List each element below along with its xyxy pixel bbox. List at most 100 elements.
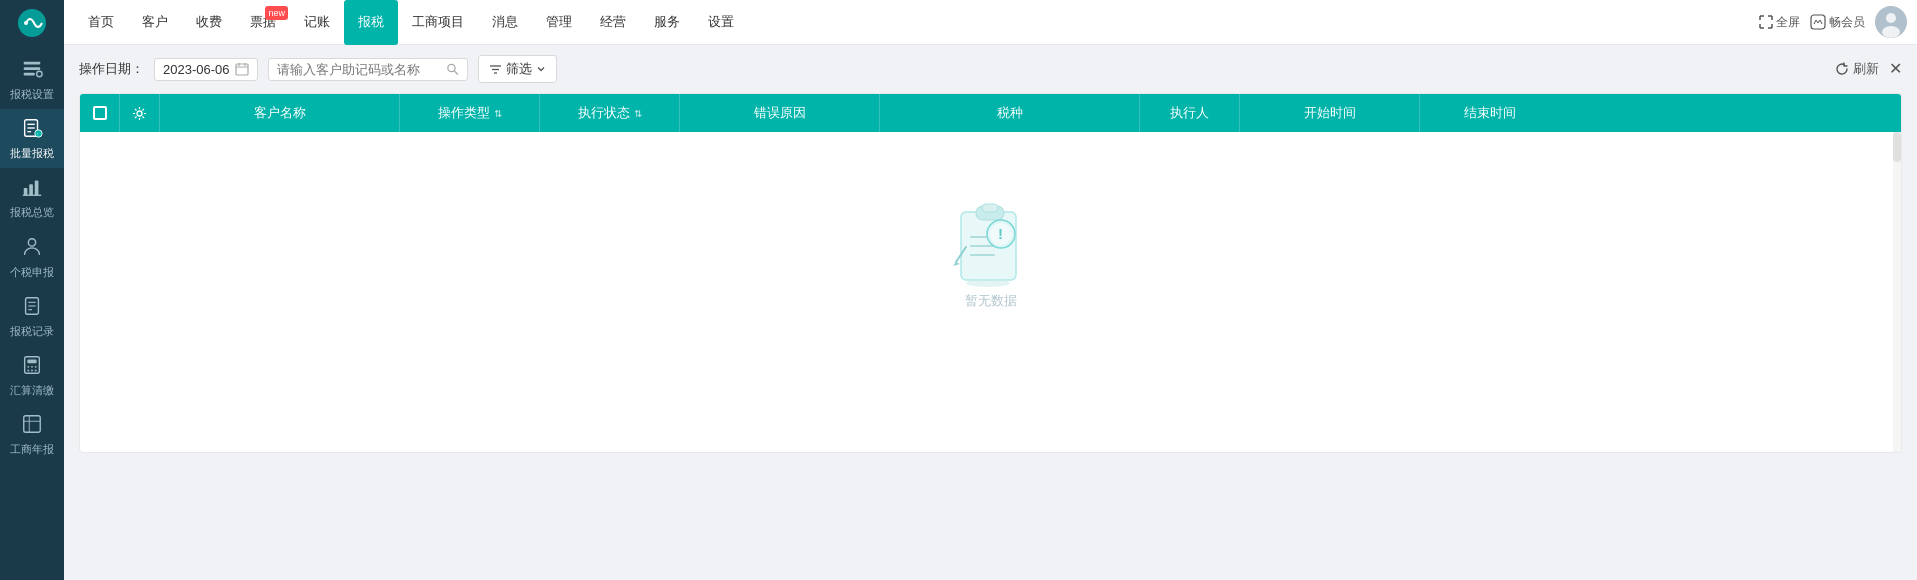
date-label: 操作日期： [79, 60, 144, 78]
sort-icon: ⇅ [494, 108, 502, 119]
svg-marker-56 [953, 262, 960, 266]
nav-item-gongshangxiangmu[interactable]: 工商项目 [398, 0, 478, 45]
table-body: ! 暂无数据 [80, 132, 1901, 452]
nav-item-shoufei[interactable]: 收费 [182, 0, 236, 45]
svg-point-16 [28, 238, 35, 245]
svg-rect-36 [236, 64, 248, 75]
th-tax-type: 税种 [880, 94, 1140, 132]
avatar[interactable] [1875, 6, 1907, 38]
search-input[interactable] [277, 62, 442, 77]
svg-point-26 [27, 370, 29, 372]
refresh-icon [1835, 62, 1849, 76]
svg-point-25 [35, 366, 37, 368]
nav-item-kehu[interactable]: 客户 [128, 0, 182, 45]
search-box [268, 58, 468, 81]
svg-point-34 [1886, 13, 1896, 23]
svg-rect-48 [982, 204, 998, 212]
sidebar-item-piliangbaoshui[interactable]: ↑ 批量报税 [0, 109, 64, 168]
svg-rect-29 [24, 416, 41, 433]
scrollbar-thumb[interactable] [1893, 132, 1901, 162]
sidebar-item-baoshuishezhi[interactable]: 报税设置 [0, 50, 64, 109]
nav-item-shouye[interactable]: 首页 [74, 0, 128, 45]
calendar-icon [235, 62, 249, 76]
th-checkbox[interactable] [80, 94, 120, 132]
new-badge: new [265, 6, 288, 20]
th-exec-status: 执行状态 ⇅ [540, 94, 680, 132]
sidebar-item-gongshangnianbu[interactable]: 工商年报 [0, 405, 64, 464]
svg-rect-14 [35, 181, 39, 196]
nav-item-xiaoxi[interactable]: 消息 [478, 0, 532, 45]
sidebar-item-label: 汇算清缴 [10, 384, 54, 397]
svg-rect-12 [24, 188, 28, 195]
sidebar-item-label: 批量报税 [10, 147, 54, 160]
sidebar-item-baoshuijilu[interactable]: 报税记录 [0, 287, 64, 346]
toolbar: 操作日期： 2023-06-06 [79, 55, 1902, 83]
refresh-button[interactable]: 刷新 [1835, 60, 1879, 78]
nav-item-shezhi[interactable]: 设置 [694, 0, 748, 45]
svg-rect-32 [1811, 15, 1825, 29]
th-operation-type: 操作类型 ⇅ [400, 94, 540, 132]
svg-rect-13 [29, 185, 33, 196]
sidebar-item-geshuishenbao[interactable]: 个税申报 [0, 228, 64, 287]
th-start-time: 开始时间 [1240, 94, 1420, 132]
th-executor: 执行人 [1140, 94, 1240, 132]
svg-text:!: ! [998, 225, 1003, 242]
nav-item-guanli[interactable]: 管理 [532, 0, 586, 45]
table-header: 客户名称 操作类型 ⇅ 执行状态 ⇅ 错误原因 税种 执行人 [80, 94, 1901, 132]
scrollbar-track[interactable] [1893, 132, 1901, 452]
svg-text:↑: ↑ [36, 131, 39, 137]
svg-point-1 [24, 21, 28, 25]
close-button[interactable]: ✕ [1889, 61, 1902, 77]
empty-state: ! 暂无数据 [80, 132, 1901, 350]
batch-tax-icon: ↑ [21, 117, 43, 144]
chevron-down-icon [536, 64, 546, 74]
settings-icon [21, 58, 43, 85]
svg-rect-2 [24, 62, 41, 65]
svg-point-35 [1882, 26, 1900, 38]
member-button[interactable]: 畅会员 [1810, 14, 1865, 31]
filter-button[interactable]: 筛选 [478, 55, 557, 83]
th-error-reason: 错误原因 [680, 94, 880, 132]
svg-point-28 [35, 370, 37, 372]
svg-point-23 [27, 366, 29, 368]
th-settings [120, 94, 160, 132]
nav-item-baoshui[interactable]: 报税 [344, 0, 398, 45]
sort-icon: ⇅ [634, 108, 642, 119]
svg-point-57 [966, 279, 1010, 287]
nav-item-jingying[interactable]: 经营 [586, 0, 640, 45]
main-area: 首页 客户 收费 票据 new 记账 报税 工商项目 消息 [64, 0, 1917, 580]
date-input[interactable]: 2023-06-06 [154, 58, 258, 81]
table-container: 客户名称 操作类型 ⇅ 执行状态 ⇅ 错误原因 税种 执行人 [79, 93, 1902, 453]
sidebar-item-huisuanqingshu[interactable]: 汇算清缴 [0, 346, 64, 405]
select-all-checkbox[interactable] [93, 106, 107, 120]
nav-item-piao[interactable]: 票据 new [236, 0, 290, 45]
sidebar-item-label: 个税申报 [10, 266, 54, 279]
svg-point-5 [37, 71, 43, 77]
overview-icon [21, 176, 43, 203]
sidebar: 报税设置 ↑ 批量报税 报税总览 [0, 0, 64, 580]
search-icon [446, 62, 459, 76]
sidebar-item-baoshuizonglan[interactable]: 报税总览 [0, 168, 64, 227]
svg-rect-22 [27, 359, 36, 363]
filter-icon [489, 63, 502, 76]
topnav-right: 全屏 畅会员 [1759, 6, 1907, 38]
nav-items: 首页 客户 收费 票据 new 记账 报税 工商项目 消息 [74, 0, 1759, 45]
svg-rect-4 [24, 73, 35, 76]
content: 操作日期： 2023-06-06 [64, 45, 1917, 580]
svg-line-41 [454, 71, 458, 75]
logo [0, 0, 64, 45]
nav-item-jizhang[interactable]: 记账 [290, 0, 344, 45]
nav-item-fuwu[interactable]: 服务 [640, 0, 694, 45]
annual-report-icon [21, 413, 43, 440]
empty-text: 暂无数据 [965, 292, 1017, 310]
svg-point-45 [137, 111, 142, 116]
sidebar-item-label: 报税设置 [10, 88, 54, 101]
column-settings-icon[interactable] [132, 106, 147, 121]
th-end-time: 结束时间 [1420, 94, 1560, 132]
sidebar-item-label: 工商年报 [10, 443, 54, 456]
svg-rect-3 [24, 67, 41, 70]
th-customer-name: 客户名称 [160, 94, 400, 132]
topnav: 首页 客户 收费 票据 new 记账 报税 工商项目 消息 [64, 0, 1917, 45]
date-value: 2023-06-06 [163, 62, 230, 77]
fullscreen-button[interactable]: 全屏 [1759, 14, 1800, 31]
